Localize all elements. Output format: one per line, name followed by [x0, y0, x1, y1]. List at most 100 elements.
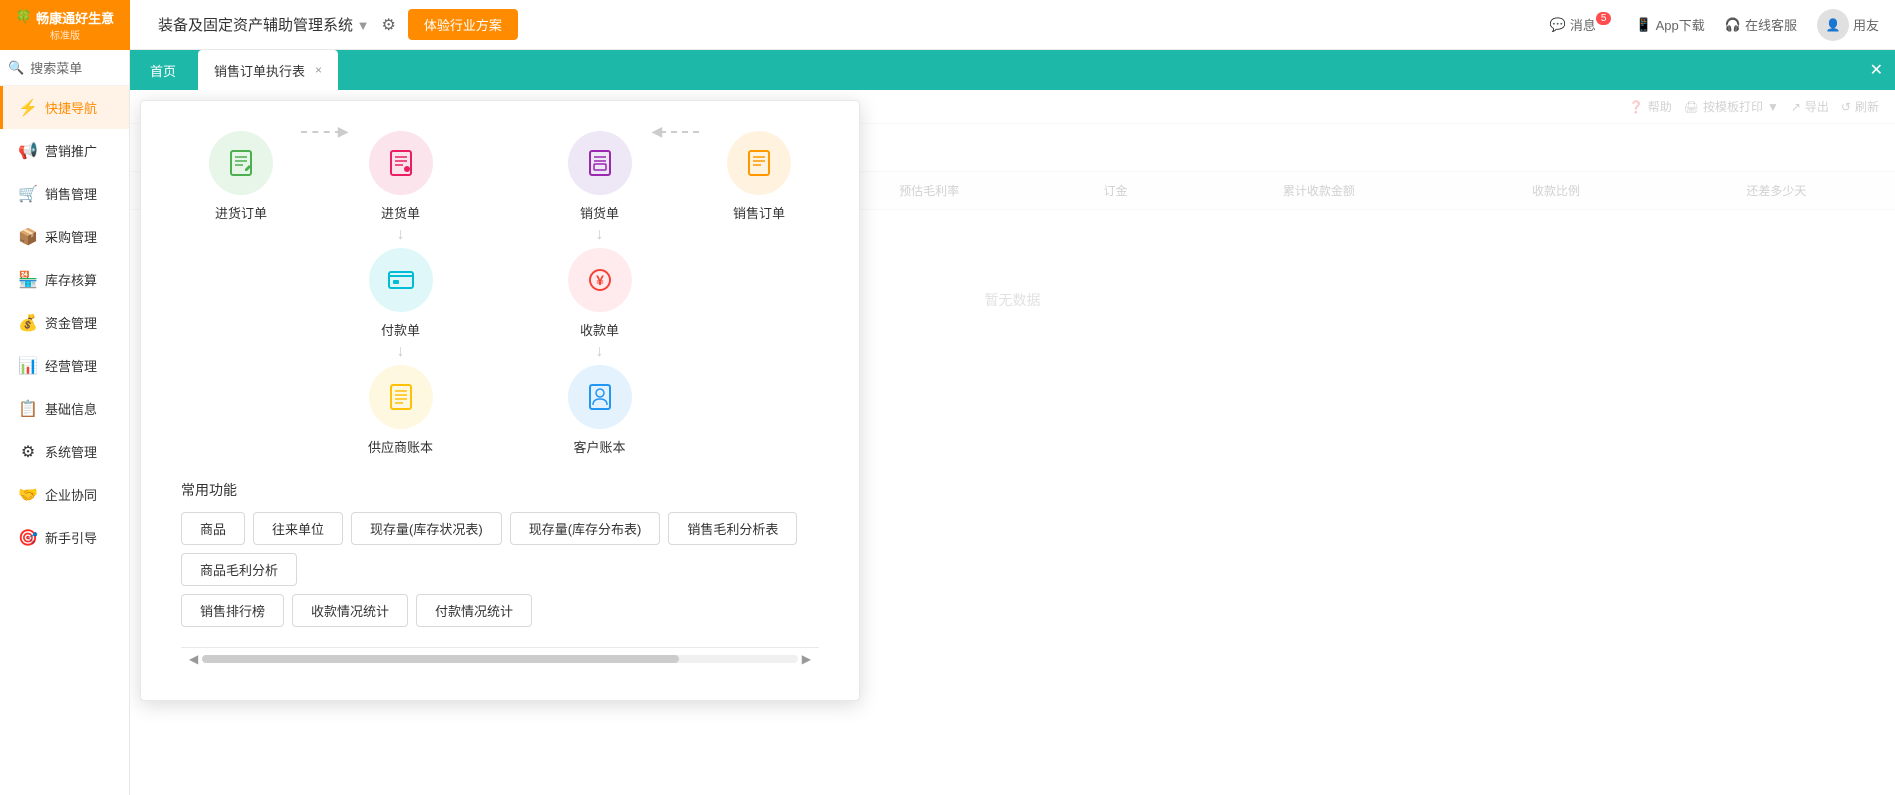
common-functions-title: 常用功能 [181, 480, 819, 500]
message-group[interactable]: 💬 消息 5 [1550, 15, 1616, 34]
sidebar-item-operation[interactable]: 📊 经营管理 [0, 344, 129, 387]
settings-gear-icon[interactable]: ⚙ [382, 15, 396, 35]
main-layout: 🔍 搜索菜单 ⚡ 快捷导航 📢 营销推广 🛒 销售管理 📦 采购管理 🏪 [0, 50, 1895, 795]
sidebar-item-label: 经营管理 [45, 356, 97, 375]
sidebar-item-sales[interactable]: 🛒 销售管理 [0, 172, 129, 215]
page-content: ❓ 帮助 🖨 按模板打印 ▼ ↗ 导出 ↺ 刷新 [130, 90, 1895, 795]
active-tab-label: 销售订单执行表 [214, 61, 305, 80]
experience-btn[interactable]: 体验行业方案 [408, 9, 518, 40]
app-download-icon: 📱 [1635, 17, 1651, 33]
sidebar-item-system[interactable]: ⚙ 系统管理 [0, 430, 129, 473]
flow-node-purchase-bill[interactable]: 进货单 [341, 131, 461, 222]
spacer-right-flex [660, 226, 700, 244]
sidebar-item-collab[interactable]: 🤝 企业协同 [0, 473, 129, 516]
tab-bar-close-right[interactable]: ✕ [1870, 60, 1895, 80]
flow-node-sales-bill[interactable]: 销货单 [540, 131, 660, 222]
modal-box: 进货订单 ▶ [140, 100, 860, 701]
search-menu[interactable]: 🔍 搜索菜单 [0, 50, 129, 86]
logo-subtitle: 标准版 [50, 27, 80, 42]
sidebar-item-label: 企业协同 [45, 485, 97, 504]
system-dropdown-arrow[interactable]: ▼ [357, 18, 370, 33]
sales-order-icon [727, 131, 791, 195]
sidebar-item-inventory[interactable]: 🏪 库存核算 [0, 258, 129, 301]
purchase-order-icon [209, 131, 273, 195]
flow-diagram: 进货订单 ▶ [181, 131, 819, 456]
sidebar-item-label: 销售管理 [45, 184, 97, 203]
app-download-group[interactable]: 📱 App下载 [1635, 15, 1704, 34]
newbie-icon: 🎯 [19, 529, 37, 547]
arrow-down-customer: ↓ [540, 343, 660, 361]
user-label: 用友 [1853, 15, 1879, 34]
receipt-icon: ¥ [568, 248, 632, 312]
sp3 [461, 343, 540, 361]
user-group[interactable]: 👤 用友 [1817, 9, 1879, 41]
modal-overlay: 进货订单 ▶ [130, 90, 1895, 795]
message-label: 消息 [1570, 15, 1596, 34]
btn-stock-status[interactable]: 现存量(库存状况表) [351, 512, 502, 545]
scroll-track[interactable] [202, 655, 798, 663]
online-service-label: 在线客服 [1745, 15, 1797, 34]
sales-icon: 🛒 [19, 185, 37, 203]
online-service-group[interactable]: 🎧 在线客服 [1725, 15, 1797, 34]
btn-receipt-stat[interactable]: 收款情况统计 [292, 594, 408, 627]
top-bar-right: 💬 消息 5 📱 App下载 🎧 在线客服 👤 用友 [1550, 9, 1879, 41]
user-avatar: 👤 [1817, 9, 1849, 41]
arrow-1: ▶ [301, 131, 341, 153]
flow-node-supplier-ledger[interactable]: 供应商账本 [341, 365, 461, 456]
sidebar-item-purchase[interactable]: 📦 采购管理 [0, 215, 129, 258]
content-area: 首页 销售订单执行表 × ✕ ❓ 帮助 🖨 按模板打印 [130, 50, 1895, 795]
tab-sales-order[interactable]: 销售订单执行表 × [198, 50, 338, 90]
scroll-left-arrow[interactable]: ◀ [189, 652, 198, 666]
logo-text: 🍀 畅康通好生意 [16, 8, 114, 27]
tab-close-btn[interactable]: × [315, 63, 322, 77]
arrow-down-payment: ↓ [341, 226, 461, 244]
flow-row-3: 供应商账本 客户账本 [181, 365, 819, 456]
btn-sales-rank[interactable]: 销售排行榜 [181, 594, 284, 627]
flow-node-receipt[interactable]: ¥ 收款单 [540, 248, 660, 339]
flow-row-1: 进货订单 ▶ [181, 131, 819, 222]
common-buttons-row: 商品 往来单位 现存量(库存状况表) 现存量(库存分布表) 销售毛利分析表 商品… [181, 512, 819, 586]
sales-order-label: 销售订单 [733, 203, 785, 222]
customer-ledger-icon [568, 365, 632, 429]
sp1 [181, 343, 301, 361]
sidebar-item-label: 快捷导航 [45, 98, 97, 117]
arrow-2: ◀ [660, 131, 700, 153]
payment-label: 付款单 [381, 320, 420, 339]
sp2 [301, 343, 341, 361]
flow-row-2: 付款单 ¥ 收款单 [181, 248, 819, 339]
flow-node-sales-order[interactable]: 销售订单 [699, 131, 819, 222]
scroll-thumb[interactable] [202, 655, 678, 663]
sidebar-item-label: 库存核算 [45, 270, 97, 289]
sidebar-item-newbie[interactable]: 🎯 新手引导 [0, 516, 129, 559]
collab-icon: 🤝 [19, 486, 37, 504]
tab-home[interactable]: 首页 [130, 50, 196, 90]
app-container: 🍀 畅康通好生意 标准版 装备及固定资产辅助管理系统 ▼ ⚙ 体验行业方案 💬 … [0, 0, 1895, 795]
btn-stock-dist[interactable]: 现存量(库存分布表) [510, 512, 661, 545]
purchase-order-label: 进货订单 [215, 203, 267, 222]
quick-nav-icon: ⚡ [19, 99, 37, 117]
sidebar-item-finance[interactable]: 💰 资金管理 [0, 301, 129, 344]
btn-goods-gross[interactable]: 商品毛利分析 [181, 553, 297, 586]
flow-node-customer-ledger[interactable]: 客户账本 [540, 365, 660, 456]
top-bar: 🍀 畅康通好生意 标准版 装备及固定资产辅助管理系统 ▼ ⚙ 体验行业方案 💬 … [0, 0, 1895, 50]
sidebar-item-basic[interactable]: 📋 基础信息 [0, 387, 129, 430]
receipt-label: 收款单 [580, 320, 619, 339]
sidebar-item-label: 系统管理 [45, 442, 97, 461]
marketing-icon: 📢 [19, 142, 37, 160]
btn-sales-gross[interactable]: 销售毛利分析表 [668, 512, 797, 545]
arrow-down-1 [301, 226, 341, 244]
customer-ledger-label: 客户账本 [573, 437, 625, 456]
btn-goods[interactable]: 商品 [181, 512, 245, 545]
sidebar-item-quick-nav[interactable]: ⚡ 快捷导航 [0, 86, 129, 129]
flow-node-payment[interactable]: 付款单 [341, 248, 461, 339]
spacer-mid [461, 226, 540, 244]
flow-node-purchase-order[interactable]: 进货订单 [181, 131, 301, 222]
finance-icon: 💰 [19, 314, 37, 332]
scroll-right-arrow[interactable]: ▶ [802, 652, 811, 666]
btn-contacts[interactable]: 往来单位 [253, 512, 343, 545]
spacer-right [699, 226, 819, 244]
sidebar-item-marketing[interactable]: 📢 营销推广 [0, 129, 129, 172]
purchase-icon: 📦 [19, 228, 37, 246]
btn-payment-stat[interactable]: 付款情况统计 [416, 594, 532, 627]
spacer-left [181, 226, 301, 244]
